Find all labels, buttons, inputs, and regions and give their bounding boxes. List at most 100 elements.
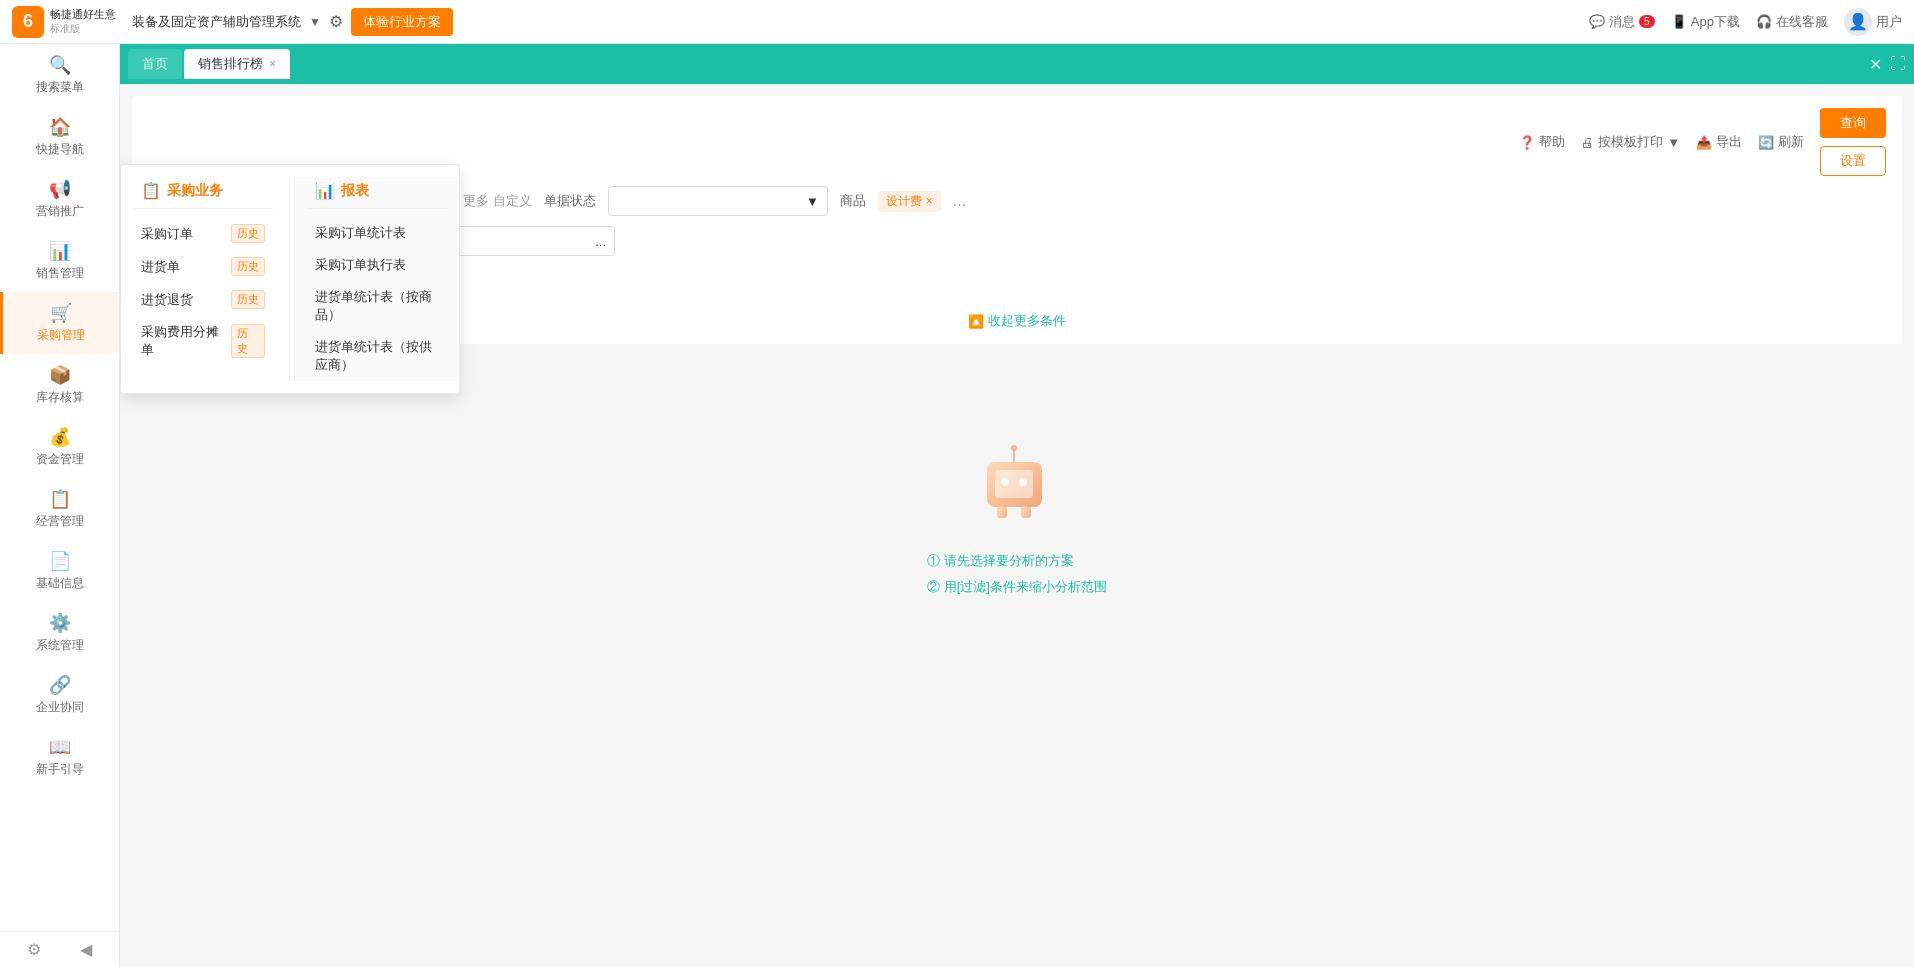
online-service-btn[interactable]: 🎧 在线客服 [1756, 13, 1828, 31]
sidebar-item-sales[interactable]: 📊 销售管理 [0, 230, 119, 292]
filter-settings-btn[interactable]: 设置 [1820, 146, 1886, 176]
dropdown-col-report: 📊 报表 采购订单统计表 采购订单执行表 进货单统计表（按商品） 进货单统计表（… [294, 177, 459, 381]
menu-item-purchase-order[interactable]: 采购订单 历史 [133, 217, 273, 250]
sidebar-label-purchase: 采购管理 [37, 327, 85, 344]
menu-item-order-stat[interactable]: 采购订单统计表 [307, 217, 447, 249]
tab-maximize-btn[interactable]: ⛶ [1890, 55, 1906, 73]
system-title-dropdown[interactable]: ▼ [309, 15, 321, 29]
salesman-ellipsis: ... [595, 234, 606, 249]
sidebar-item-finance[interactable]: 💰 资金管理 [0, 416, 119, 478]
empty-svg-icon [967, 432, 1067, 532]
industry-btn[interactable]: 体验行业方案 [351, 8, 453, 36]
sidebar-label-search: 搜索菜单 [36, 79, 84, 96]
date-more-link[interactable]: 更多 [463, 192, 489, 210]
online-service-label: 在线客服 [1776, 13, 1828, 31]
tab-right-actions: ✕ ⛶ [1869, 55, 1906, 74]
sidebar-item-purchase[interactable]: 🛒 采购管理 [0, 292, 119, 354]
sidebar-item-guide[interactable]: 📖 新手引导 [0, 726, 119, 788]
query-btn[interactable]: 查询 [1820, 108, 1886, 138]
refresh-btn[interactable]: 🔄 刷新 [1758, 133, 1804, 151]
goods-ellipsis[interactable]: ... [953, 192, 966, 210]
sidebar-item-system[interactable]: ⚙️ 系统管理 [0, 602, 119, 664]
print-arrow: ▼ [1667, 135, 1680, 150]
sidebar-collapse-btn[interactable]: ◀ [80, 940, 92, 959]
svg-point-2 [1001, 478, 1009, 486]
inbound-stat-supplier-label: 进货单统计表（按供应商） [315, 338, 439, 374]
menu-item-inbound[interactable]: 进货单 历史 [133, 250, 273, 283]
collapse-label: 收起更多条件 [988, 312, 1066, 330]
sidebar-label-sales: 销售管理 [36, 265, 84, 282]
tab-sales-rank[interactable]: 销售排行榜 × [184, 49, 290, 79]
return-label: 进货退货 [141, 291, 193, 309]
menu-item-return[interactable]: 进货退货 历史 [133, 283, 273, 316]
tab-sales-rank-label: 销售排行榜 [198, 55, 263, 73]
collapse-arrow: 🔼 [968, 314, 984, 329]
menu-item-inbound-stat-supplier[interactable]: 进货单统计表（按供应商） [307, 331, 447, 381]
guide-icon: 📖 [49, 736, 71, 758]
hint2-bullet: ② [927, 579, 944, 594]
sidebar-item-search[interactable]: 🔍 搜索菜单 [0, 44, 119, 106]
sidebar-item-basicinfo[interactable]: 📄 基础信息 [0, 540, 119, 602]
svg-rect-4 [997, 506, 1007, 518]
help-icon: ❓ [1519, 135, 1535, 150]
tab-bar: 首页 销售排行榜 × ✕ ⛶ [120, 44, 1914, 84]
tab-home[interactable]: 首页 [128, 49, 182, 79]
sidebar-item-quicknav[interactable]: 🏠 快捷导航 [0, 106, 119, 168]
print-btn[interactable]: 🖨 按模板打印 ▼ [1581, 133, 1680, 151]
empty-state: ① 请先选择要分析的方案 ② 用[过滤]条件来缩小分析范围 [132, 352, 1902, 680]
sidebar-item-operation[interactable]: 📋 经营管理 [0, 478, 119, 540]
col-divider [289, 177, 290, 381]
export-icon: 📤 [1696, 135, 1712, 150]
sidebar-item-marketing[interactable]: 📢 营销推广 [0, 168, 119, 230]
date-custom-link[interactable]: 自定义 [493, 192, 532, 210]
order-status-select[interactable]: ▼ [608, 186, 828, 216]
tab-close-window-btn[interactable]: ✕ [1869, 55, 1882, 74]
sidebar-item-inventory[interactable]: 📦 库存核算 [0, 354, 119, 416]
home-icon: 🏠 [49, 116, 71, 138]
help-btn[interactable]: ❓ 帮助 [1519, 133, 1565, 151]
expense-label: 采购费用分摊单 [141, 323, 231, 359]
system-title: 装备及固定资产辅助管理系统 [132, 13, 301, 31]
report-col-label: 报表 [341, 182, 369, 200]
menu-item-inbound-stat-goods[interactable]: 进货单统计表（按商品） [307, 281, 447, 331]
sidebar-settings-btn[interactable]: ⚙ [27, 940, 41, 959]
inbound-stat-goods-label: 进货单统计表（按商品） [315, 288, 439, 324]
app-download-label: App下载 [1691, 13, 1740, 31]
refresh-icon: 🔄 [1758, 135, 1774, 150]
menu-item-expense[interactable]: 采购费用分摊单 历史 [133, 316, 273, 366]
menu-item-order-exec[interactable]: 采购订单执行表 [307, 249, 447, 281]
hint1-bullet: ① [927, 553, 944, 568]
goods-tag-close[interactable]: × [926, 194, 933, 208]
sidebar-label-finance: 资金管理 [36, 451, 84, 468]
messages-btn[interactable]: 💬 消息 5 [1589, 13, 1655, 31]
logo-icon: 6 [12, 6, 44, 38]
sidebar-item-enterprise[interactable]: 🔗 企业协同 [0, 664, 119, 726]
tab-close-icon[interactable]: × [269, 57, 276, 71]
export-btn[interactable]: 📤 导出 [1696, 133, 1742, 151]
app-download-btn[interactable]: 📱 App下载 [1671, 13, 1740, 31]
sidebar-label-operation: 经营管理 [36, 513, 84, 530]
inventory-icon: 📦 [49, 364, 71, 386]
header-right: 💬 消息 5 📱 App下载 🎧 在线客服 👤 用户 [1589, 8, 1902, 36]
user-btn[interactable]: 👤 用户 [1844, 8, 1902, 36]
user-label: 用户 [1876, 13, 1902, 31]
sidebar-label-quicknav: 快捷导航 [36, 141, 84, 158]
logo-text-block: 畅捷通好生意 标准版 [50, 7, 116, 35]
hint1-text: 请先选择要分析的方案 [944, 553, 1074, 568]
report-col-icon: 📊 [315, 181, 335, 200]
messages-label: 消息 [1609, 13, 1635, 31]
avatar: 👤 [1844, 8, 1872, 36]
svg-rect-5 [1021, 506, 1031, 518]
business-col-label: 采购业务 [167, 182, 223, 200]
sales-icon: 📊 [49, 240, 71, 262]
sidebar-label-enterprise: 企业协同 [36, 699, 84, 716]
sidebar-label-basicinfo: 基础信息 [36, 575, 84, 592]
goods-label: 商品 [840, 192, 866, 210]
settings-gear-btn[interactable]: ⚙ [329, 12, 343, 31]
business-col-icon: 📋 [141, 181, 161, 200]
sidebar-label-system: 系统管理 [36, 637, 84, 654]
export-label: 导出 [1716, 133, 1742, 151]
messages-badge: 5 [1639, 15, 1655, 28]
svg-rect-1 [995, 470, 1033, 498]
order-exec-label: 采购订单执行表 [315, 256, 406, 274]
